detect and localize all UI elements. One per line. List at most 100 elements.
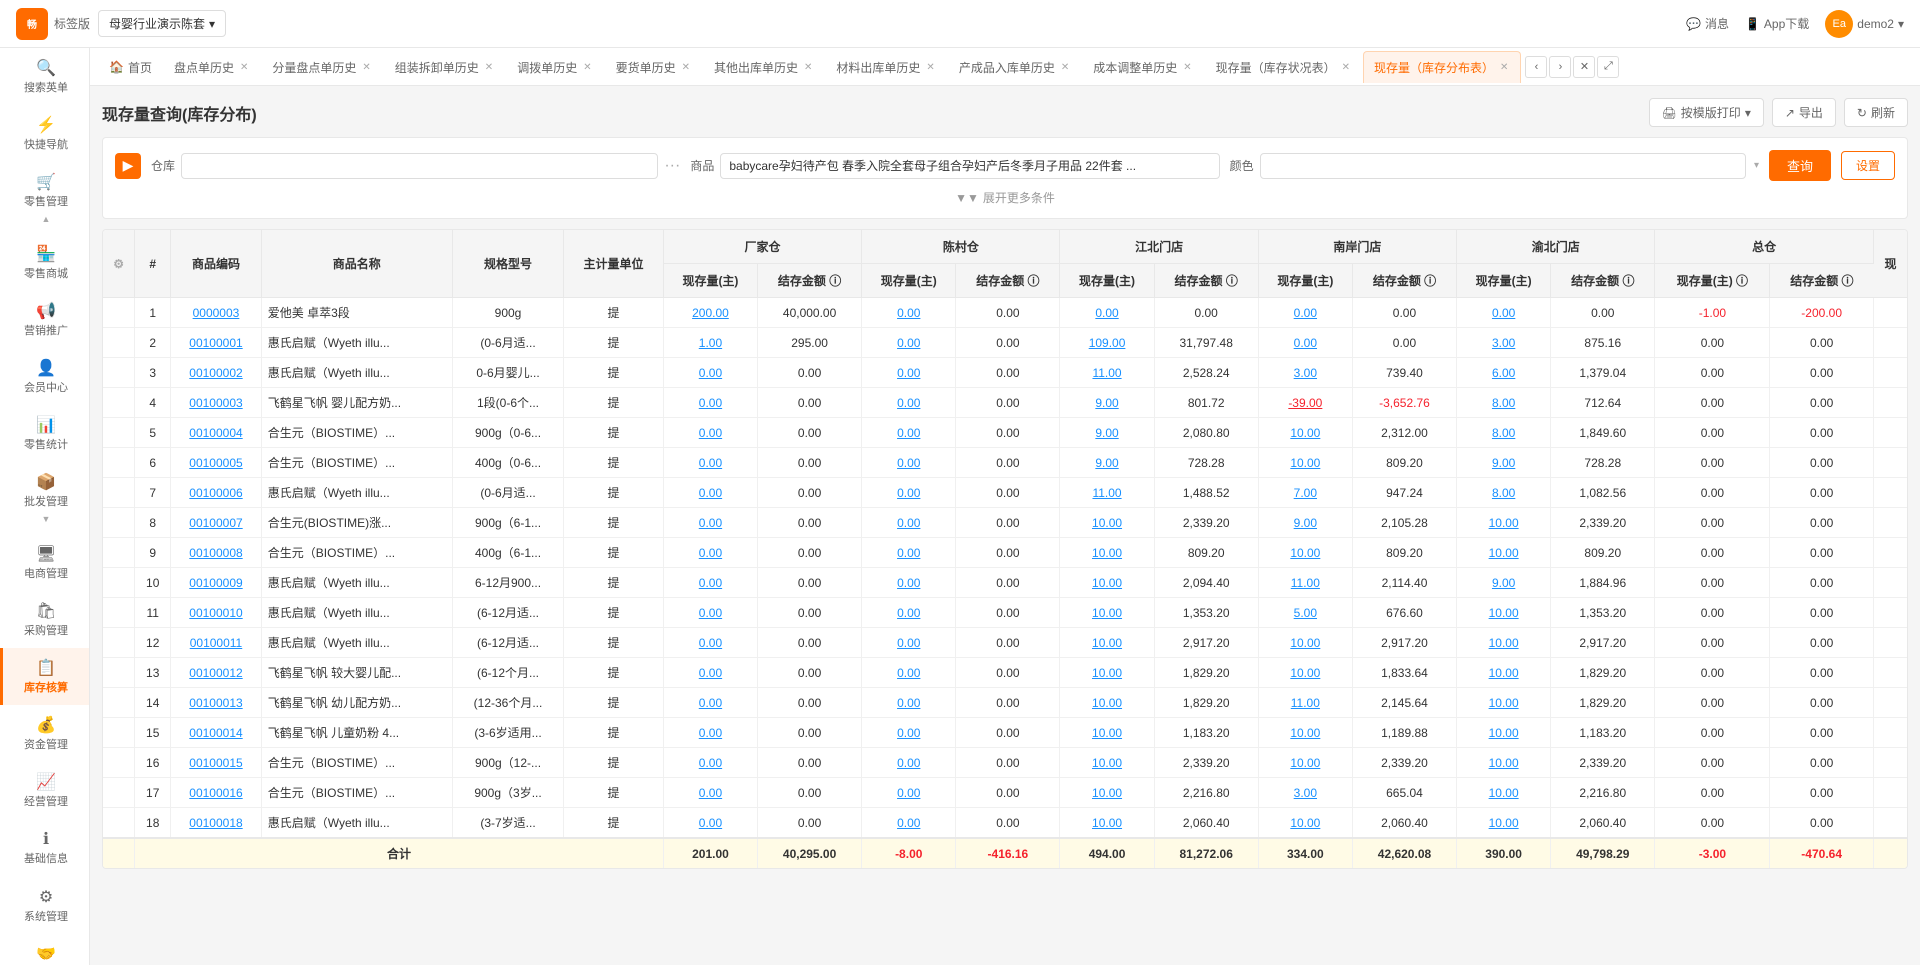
sidebar-item-retail-mgmt[interactable]: 🛒 零售管理 ▲ [0,162,89,233]
table-row: 8 00100007 合生元(BIOSTIME)涨... 900g（6-1...… [103,508,1907,538]
cell-factory-amt: 0.00 [758,448,862,478]
user-menu[interactable]: Ea demo2 ▾ [1825,10,1904,38]
cell-chen-amt: 0.00 [956,568,1060,598]
tab-close-icon[interactable]: ✕ [1059,60,1071,75]
cell-nanan-amt: 676.60 [1352,598,1456,628]
tab-cost-adjust[interactable]: 成本调整单历史 ✕ [1082,51,1204,83]
sidebar-item-finance[interactable]: 💰 资金管理 [0,705,89,762]
tab-product-inbound[interactable]: 产成品入库单历史 ✕ [948,51,1082,83]
sidebar-item-inventory[interactable]: 📋 库存核算 [0,648,89,705]
print-button[interactable]: 🖨 按模版打印 ▾ [1649,98,1764,127]
cell-unit: 提 [564,628,664,658]
tab-inventory-check[interactable]: 盘点单历史 ✕ [163,51,261,83]
tab-close-icon[interactable]: ✕ [802,60,814,75]
tab-next-button[interactable]: › [1549,56,1571,78]
th-settings[interactable]: ⚙ [103,230,135,298]
cell-name: 爱他美 卓萃3段 [261,298,452,328]
sidebar-item-system[interactable]: ⚙ 系统管理 [0,877,89,934]
cell-jiangbei-stock: 10.00 [1060,688,1154,718]
goods-input[interactable] [720,153,1219,179]
cell-nanan-amt: 2,060.40 [1352,808,1456,839]
tab-close-icon[interactable]: ✕ [1181,60,1193,75]
sidebar-item-purchase[interactable]: 🛍 采购管理 [0,591,89,648]
tab-requisition[interactable]: 要货单历史 ✕ [605,51,703,83]
cell-jiangbei-amt: 2,339.20 [1154,748,1258,778]
table-row: 16 00100015 合生元（BIOSTIME）... 900g（12-...… [103,748,1907,778]
sidebar-item-collab[interactable]: 🤝 企业协同 [0,934,89,965]
tab-assembly[interactable]: 组装拆卸单历史 ✕ [384,51,506,83]
warehouse-input[interactable] [181,153,658,179]
cell-total-amt: -200.00 [1770,298,1873,328]
th-group-chen: 陈村仓 [862,230,1060,264]
export-button[interactable]: ↗ 导出 [1772,98,1836,127]
logo[interactable]: 畅 标签版 [16,8,90,40]
store-selector[interactable]: 母婴行业演示陈套 ▾ [98,10,226,37]
tab-transfer[interactable]: 调拨单历史 ✕ [506,51,604,83]
cell-chen-amt: 0.00 [956,418,1060,448]
cell-total-amt: 0.00 [1770,328,1873,358]
tab-split-inventory[interactable]: 分量盘点单历史 ✕ [261,51,383,83]
cell-no: 18 [135,808,171,839]
sidebar-item-operations[interactable]: 📈 经营管理 [0,762,89,819]
cell-unit: 提 [564,448,664,478]
tab-stock-distribution[interactable]: 现存量（库存分布表） ✕ [1363,51,1521,83]
th-chen-amt: 结存金额 ⓘ [956,264,1060,298]
cell-spec: (0-6月适... [452,478,563,508]
sidebar-item-retail-stats[interactable]: 📊 零售统计 [0,405,89,462]
filter-more-button[interactable]: ▼▼ 展开更多条件 [115,189,1895,206]
cell-nanan-amt: 2,339.20 [1352,748,1456,778]
sidebar-item-retail-mall[interactable]: 🏪 零售商城 [0,234,89,291]
cell-code: 00100004 [171,418,262,448]
cell-no: 9 [135,538,171,568]
tab-stock-status[interactable]: 现存量（库存状况表） ✕ [1205,51,1363,83]
cell-no: 4 [135,388,171,418]
query-button[interactable]: 查询 [1769,150,1831,181]
cell-nanan-stock: 7.00 [1258,478,1352,508]
app-download-button[interactable]: 📱 App下载 [1745,15,1809,32]
cell-jiangbei-stock: 0.00 [1060,298,1154,328]
sidebar-item-ecommerce[interactable]: 🖥 电商管理 [0,534,89,591]
message-button[interactable]: 💬 消息 [1686,15,1729,32]
sidebar-item-members[interactable]: 👤 会员中心 [0,348,89,405]
tab-close-icon[interactable]: ✕ [581,60,593,75]
tab-prev-button[interactable]: ‹ [1525,56,1547,78]
cell-factory-amt: 0.00 [758,778,862,808]
cell-chen-amt: 0.00 [956,538,1060,568]
tab-expand-button[interactable]: ⤢ [1597,56,1619,78]
cell-nanan-stock: 10.00 [1258,808,1352,839]
cell-total-amt: 0.00 [1770,538,1873,568]
setting-button[interactable]: 设置 [1841,151,1895,180]
tab-close-icon[interactable]: ✕ [924,60,936,75]
tab-close-all-button[interactable]: ✕ [1573,56,1595,78]
cell-chen-stock: 0.00 [862,298,956,328]
warehouse-dots[interactable]: ··· [664,157,680,175]
cell-current [1873,418,1907,448]
color-input[interactable] [1260,153,1746,179]
filter-expand-button[interactable]: ▶ [115,153,141,179]
cell-chen-stock: 0.00 [862,358,956,388]
goods-label: 商品 [690,157,714,174]
cell-chen-stock: 0.00 [862,448,956,478]
tab-home[interactable]: 🏠 首页 [98,51,163,83]
tab-close-icon[interactable]: ✕ [360,60,372,75]
total-settings [103,838,135,868]
tab-material-outbound[interactable]: 材料出库单历史 ✕ [825,51,947,83]
warehouse-field: 仓库 ··· [151,153,680,179]
sidebar-item-search[interactable]: 🔍 搜索英单 [0,48,89,105]
cell-chen-stock: 0.00 [862,628,956,658]
tab-close-icon[interactable]: ✕ [483,60,495,75]
cell-spec: 400g（6-1... [452,538,563,568]
sidebar-item-wholesale[interactable]: 📦 批发管理 ▼ [0,462,89,533]
sidebar-item-basic-info[interactable]: ℹ 基础信息 [0,819,89,876]
sidebar-item-shortcuts[interactable]: ⚡ 快捷导航 [0,105,89,162]
tab-close-icon[interactable]: ✕ [1498,60,1510,75]
tab-close-icon[interactable]: ✕ [1340,60,1352,75]
tab-close-icon[interactable]: ✕ [238,60,250,75]
tab-close-icon[interactable]: ✕ [680,60,692,75]
data-table-wrapper: ⚙ # 商品编码 商品名称 规格型号 主计量单位 厂家仓 陈村仓 江北门店 南岸… [102,229,1908,869]
refresh-button[interactable]: ↻ 刷新 [1844,98,1908,127]
sidebar-item-marketing[interactable]: 📢 营销推广 [0,291,89,348]
cell-factory-amt: 0.00 [758,748,862,778]
cell-yubeimen-stock: 3.00 [1457,328,1551,358]
tab-outbound[interactable]: 其他出库单历史 ✕ [703,51,825,83]
